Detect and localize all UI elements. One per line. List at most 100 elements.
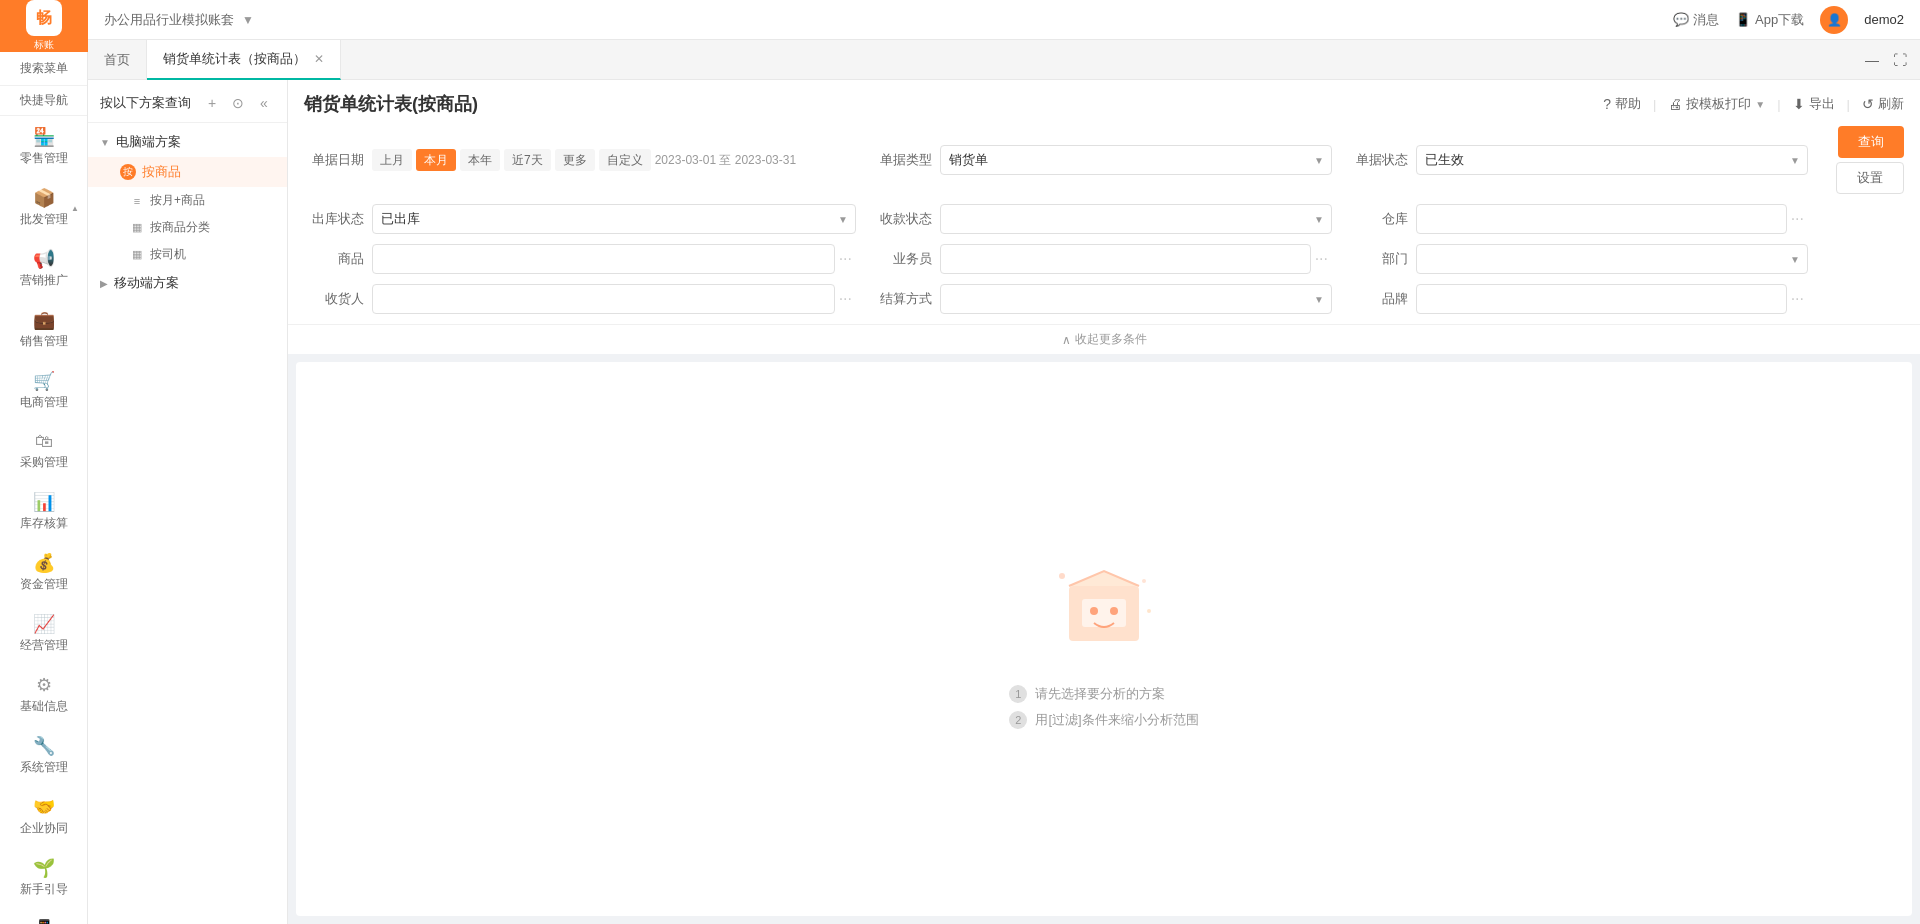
empty-illustration xyxy=(1044,541,1164,661)
date-tag-custom[interactable]: 自定义 xyxy=(599,149,651,171)
query-button[interactable]: 查询 xyxy=(1838,126,1904,158)
staff-dots[interactable]: ··· xyxy=(1315,250,1328,268)
export-btn[interactable]: ⬇ 导出 xyxy=(1793,95,1835,113)
settlement-input[interactable] xyxy=(940,284,1332,314)
enterprise-label: 企业协同 xyxy=(20,820,68,837)
tab-stats[interactable]: 销货单统计表（按商品） ✕ xyxy=(147,40,341,80)
date-tag-7days[interactable]: 近7天 xyxy=(504,149,551,171)
tree-child-by-category[interactable]: ▦ 按商品分类 xyxy=(88,214,287,241)
goods-dots[interactable]: ··· xyxy=(839,250,852,268)
out-status-input[interactable]: 已出库 xyxy=(372,204,856,234)
tab-home[interactable]: 首页 xyxy=(88,40,147,80)
settings-button[interactable]: 设置 xyxy=(1836,162,1904,194)
sidebar-item-marketing[interactable]: 📢 营销推广 xyxy=(0,238,87,299)
tree-child-month-label: 按月+商品 xyxy=(150,192,205,209)
maximize-btn[interactable]: ⛶ xyxy=(1888,48,1912,72)
user-avatar[interactable]: 👤 xyxy=(1820,6,1848,34)
brand-input[interactable] xyxy=(1416,284,1787,314)
tree-parent-desktop[interactable]: ▼ 电脑端方案 xyxy=(88,127,287,157)
header-dropdown-icon[interactable]: ▼ xyxy=(242,13,254,27)
sidebar-item-newbie[interactable]: 🌱 新手引导 xyxy=(0,847,87,908)
date-tag-more[interactable]: 更多 xyxy=(555,149,595,171)
sidebar: 畅 标账 搜索菜单 快捷导航 🏪 零售管理 📦 批发管理 📢 营销推广 💼 销售… xyxy=(0,0,88,924)
sidebar-item-purchase[interactable]: 🛍 采购管理 xyxy=(0,421,87,481)
sidebar-search[interactable]: 搜索菜单 xyxy=(0,52,87,86)
refresh-btn[interactable]: ↺ 刷新 xyxy=(1862,95,1904,113)
help-label: 帮助 xyxy=(1615,95,1641,113)
warehouse-label: 仓库 xyxy=(1348,210,1408,228)
receiver-input[interactable] xyxy=(372,284,835,314)
top-header: 办公用品行业模拟账套 ▼ 💬 消息 📱 App下载 👤 demo2 xyxy=(88,0,1920,40)
tree-child-by-goods[interactable]: 按 按商品 xyxy=(88,157,287,187)
filter-receiver: 收货人 ··· xyxy=(304,284,856,314)
receiver-dots[interactable]: ··· xyxy=(839,290,852,308)
dept-input[interactable] xyxy=(1416,244,1808,274)
print-dropdown-icon: ▼ xyxy=(1755,99,1765,110)
doc-type-input[interactable]: 销货单 xyxy=(940,145,1332,175)
collapse-btn[interactable]: ∧ 收起更多条件 xyxy=(1062,331,1147,348)
filter-dept: 部门 ▼ xyxy=(1348,244,1808,274)
filter-payment-status: 收款状态 ▼ xyxy=(872,204,1332,234)
message-icon: 💬 xyxy=(1673,12,1689,27)
tab-close-icon[interactable]: ✕ xyxy=(314,52,324,66)
payment-status-select-wrap: ▼ xyxy=(940,204,1332,234)
sidebar-item-basic[interactable]: ⚙ 基础信息 xyxy=(0,664,87,725)
app-logo: 畅 标账 xyxy=(0,0,88,52)
edit-scheme-btn[interactable]: ⊙ xyxy=(227,92,249,114)
sidebar-item-system[interactable]: 🔧 系统管理 xyxy=(0,725,87,786)
date-tag-last-month[interactable]: 上月 xyxy=(372,149,412,171)
message-btn[interactable]: 💬 消息 xyxy=(1673,11,1719,29)
enterprise-icon: 🤝 xyxy=(33,796,55,818)
sidebar-item-wholesale[interactable]: 📦 批发管理 xyxy=(0,177,87,238)
retail-icon: 🏪 xyxy=(33,126,55,148)
sidebar-item-operations[interactable]: 📈 经营管理 xyxy=(0,603,87,664)
help-btn[interactable]: ? 帮助 xyxy=(1603,95,1641,113)
collapse-row[interactable]: ∧ 收起更多条件 xyxy=(288,324,1920,354)
date-tag-this-year[interactable]: 本年 xyxy=(460,149,500,171)
tab-home-label: 首页 xyxy=(104,51,130,69)
sidebar-item-finance[interactable]: 💰 资金管理 xyxy=(0,542,87,603)
marketing-icon: 📢 xyxy=(33,248,55,270)
staff-input[interactable] xyxy=(940,244,1311,274)
app-download-label: App下载 xyxy=(1755,11,1804,29)
warehouse-select-wrap: ··· xyxy=(1416,204,1808,234)
collapse-panel-btn[interactable]: « xyxy=(253,92,275,114)
right-panel: 销货单统计表(按商品) ? 帮助 | 🖨 按模板打印 ▼ | ⬇ xyxy=(288,80,1920,924)
edit-icon: ⊙ xyxy=(232,95,244,111)
sidebar-item-enterprise[interactable]: 🤝 企业协同 xyxy=(0,786,87,847)
payment-status-input[interactable] xyxy=(940,204,1332,234)
sidebar-item-appcenter[interactable]: 📱 应用中心 xyxy=(0,908,87,924)
export-label: 导出 xyxy=(1809,95,1835,113)
expand-arrow-desktop: ▼ xyxy=(100,137,110,148)
inventory-label: 库存核算 xyxy=(20,515,68,532)
date-tag-this-month[interactable]: 本月 xyxy=(416,149,456,171)
sub-icon-3: ▦ xyxy=(130,248,144,262)
wholesale-icon: 📦 xyxy=(33,187,55,209)
minimize-btn[interactable]: — xyxy=(1860,48,1884,72)
collapse-icon: « xyxy=(260,95,268,111)
add-scheme-btn[interactable]: + xyxy=(201,92,223,114)
sidebar-item-retail[interactable]: 🏪 零售管理 xyxy=(0,116,87,177)
tree-parent-mobile[interactable]: ▶ 移动端方案 xyxy=(88,268,287,298)
warehouse-dots[interactable]: ··· xyxy=(1791,210,1804,228)
tree-child-by-month-goods[interactable]: ≡ 按月+商品 xyxy=(88,187,287,214)
sidebar-item-inventory[interactable]: 📊 库存核算 xyxy=(0,481,87,542)
receiver-label: 收货人 xyxy=(304,290,364,308)
active-scheme-icon: 按 xyxy=(120,164,136,180)
tree-child-by-driver[interactable]: ▦ 按司机 xyxy=(88,241,287,268)
print-btn[interactable]: 🖨 按模板打印 ▼ xyxy=(1668,95,1765,113)
empty-step-2: 2 用[过滤]条件来缩小分析范围 xyxy=(1009,711,1198,729)
empty-state: 1 请先选择要分析的方案 2 用[过滤]条件来缩小分析范围 xyxy=(296,362,1912,916)
brand-dots[interactable]: ··· xyxy=(1791,290,1804,308)
sidebar-item-ecommerce[interactable]: 🛒 电商管理 xyxy=(0,360,87,421)
purchase-label: 采购管理 xyxy=(20,454,68,471)
date-filter-controls: 上月 本月 本年 近7天 更多 自定义 2023-03-01 至 2023-03… xyxy=(372,149,856,171)
sidebar-quick-nav[interactable]: 快捷导航 xyxy=(0,86,87,116)
tree-child-by-goods-label: 按商品 xyxy=(142,163,181,181)
staff-label: 业务员 xyxy=(872,250,932,268)
warehouse-input[interactable] xyxy=(1416,204,1787,234)
sidebar-item-sales[interactable]: 💼 销售管理 xyxy=(0,299,87,360)
goods-input[interactable] xyxy=(372,244,835,274)
app-download-btn[interactable]: 📱 App下载 xyxy=(1735,11,1804,29)
doc-status-input[interactable]: 已生效 xyxy=(1416,145,1808,175)
